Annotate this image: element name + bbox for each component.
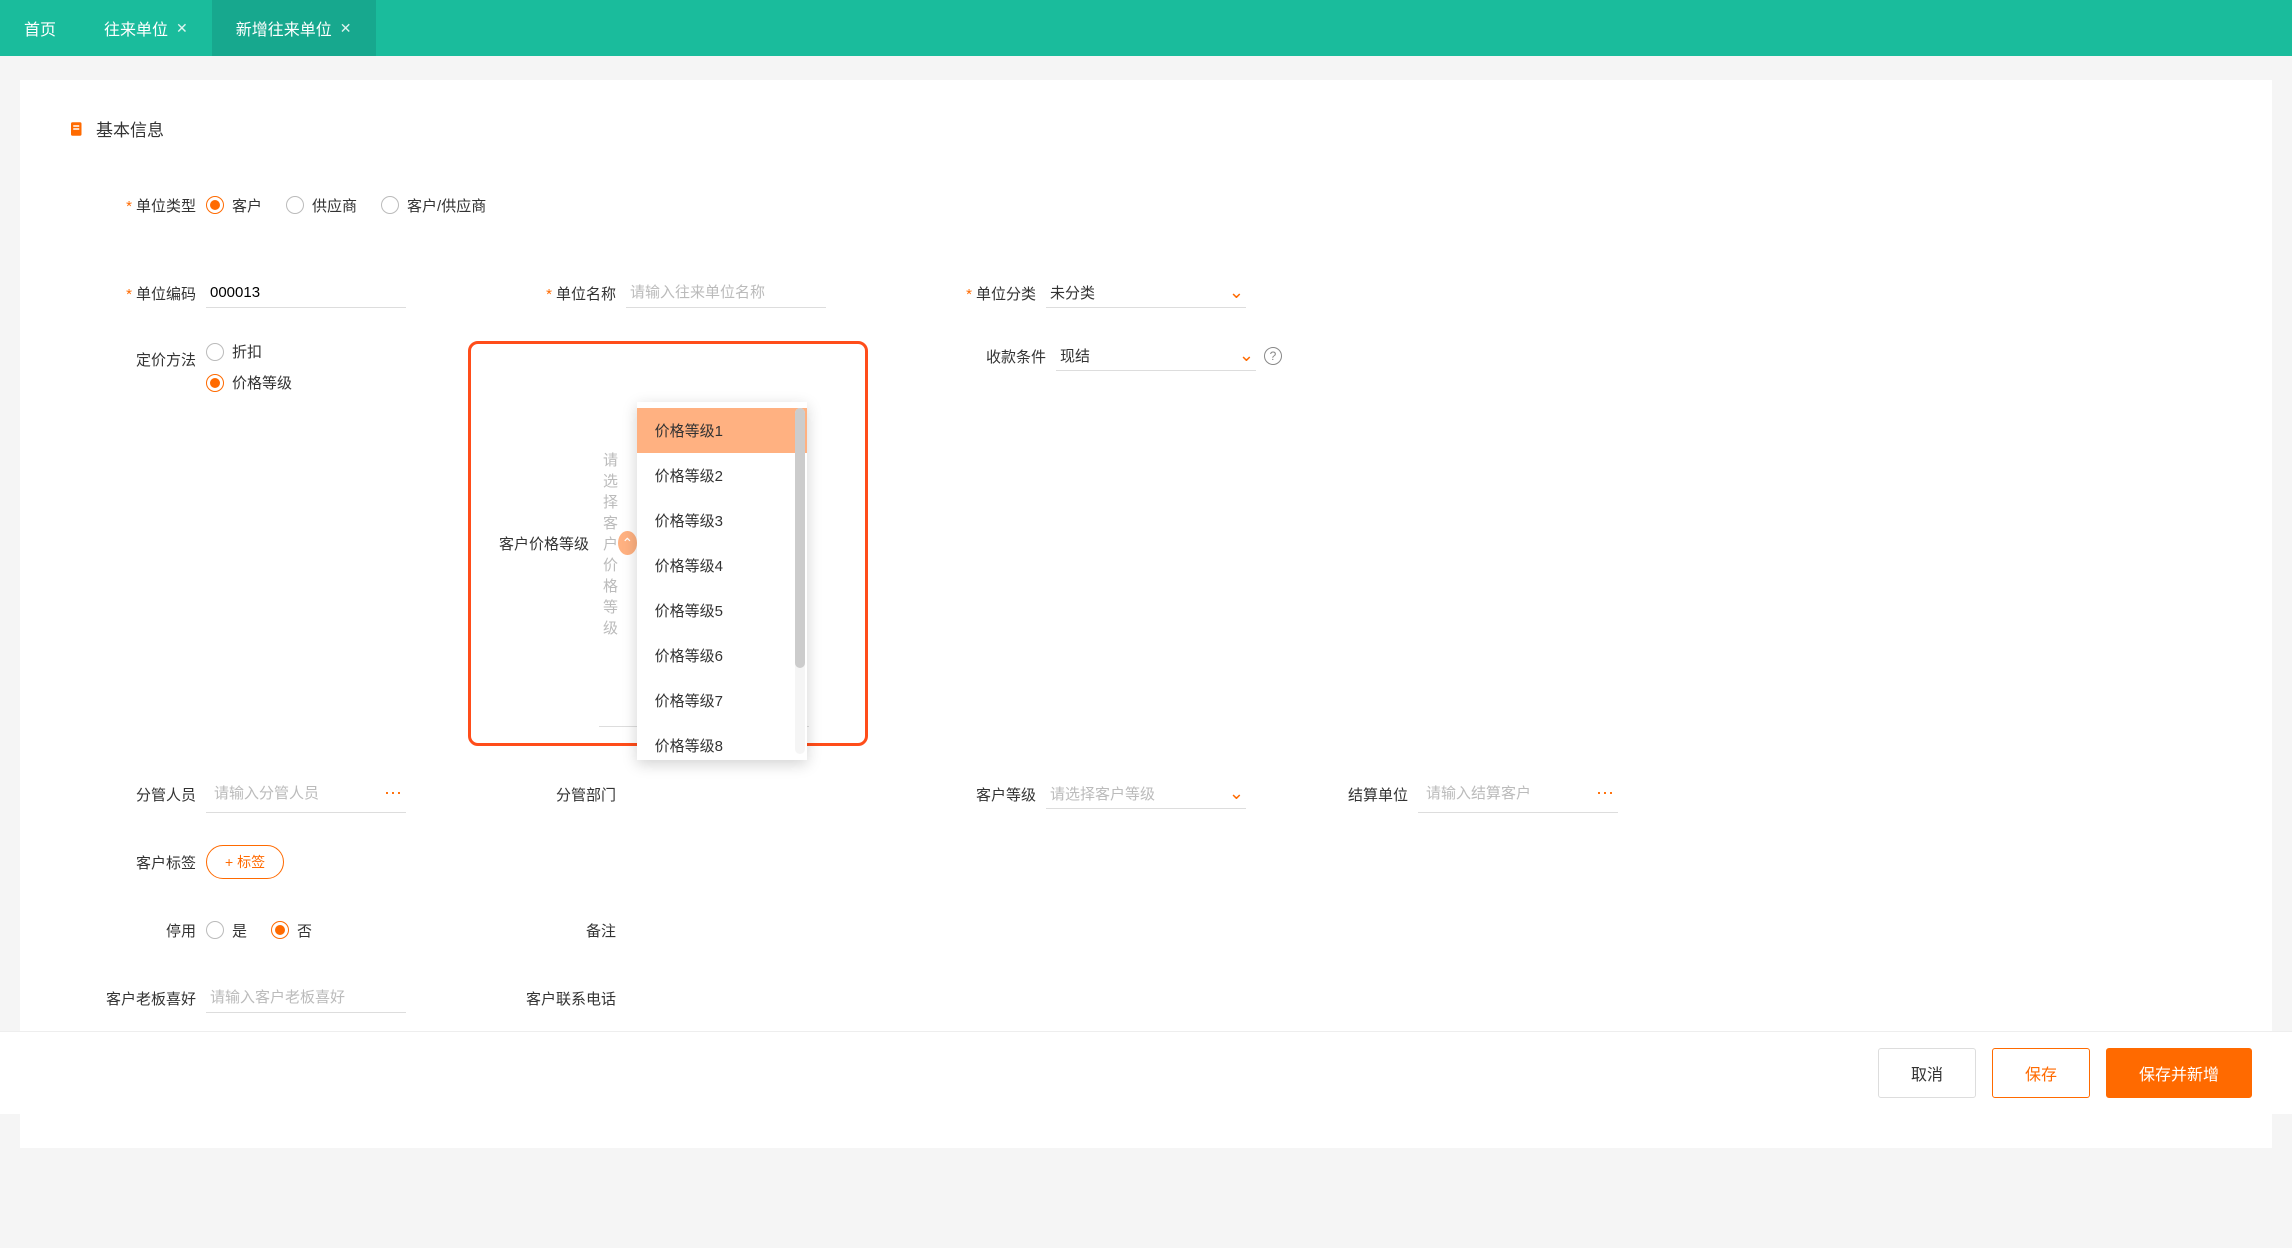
responsible-person-input[interactable]: ⋯ — [206, 775, 406, 813]
label-responsible-person: 分管人员 — [68, 784, 206, 805]
select-value: 未分类 — [1050, 282, 1229, 303]
dropdown-option[interactable]: 价格等级7 — [637, 678, 807, 723]
radio-no[interactable]: 否 — [271, 920, 312, 941]
more-icon[interactable]: ⋯ — [380, 783, 406, 804]
select-placeholder: 请选择客户等级 — [1050, 783, 1229, 804]
radio-supplier[interactable]: 供应商 — [286, 195, 357, 216]
unit-code-input[interactable] — [206, 278, 406, 308]
label-customer-level: 客户等级 — [908, 784, 1046, 805]
label-settlement-unit: 结算单位 — [1328, 784, 1418, 805]
row-unit-type: 单位类型 客户 供应商 客户/供应商 — [68, 185, 2224, 225]
radio-group-unit-type: 客户 供应商 客户/供应商 — [206, 195, 486, 216]
label-unit-name: 单位名称 — [488, 283, 626, 304]
label-responsible-dept: 分管部门 — [488, 784, 626, 805]
settlement-unit-input[interactable]: ⋯ — [1418, 775, 1618, 813]
add-tag-button[interactable]: + 标签 — [206, 845, 284, 879]
chevron-down-icon: ⌄ — [1229, 282, 1244, 303]
close-icon[interactable]: ✕ — [340, 20, 352, 37]
row-boss-pref: 客户老板喜好 客户联系电话 — [68, 978, 2224, 1018]
chevron-down-icon: ⌄ — [1239, 345, 1254, 366]
section-title: 基本信息 — [96, 116, 164, 141]
dropdown-option[interactable]: 价格等级8 — [637, 723, 807, 760]
customer-level-select[interactable]: 请选择客户等级 ⌄ — [1046, 779, 1246, 809]
radio-discount[interactable]: 折扣 — [206, 341, 262, 362]
chevron-down-icon: ⌄ — [1229, 783, 1244, 804]
more-icon[interactable]: ⋯ — [1592, 783, 1618, 804]
label-boss-preference: 客户老板喜好 — [68, 988, 206, 1009]
tab-label: 首页 — [24, 16, 56, 40]
label-disabled: 停用 — [68, 920, 206, 941]
footer-bar: 取消 保存 保存并新增 — [0, 1031, 2292, 1114]
radio-price-level[interactable]: 价格等级 — [206, 372, 292, 393]
responsible-person-field[interactable] — [210, 779, 380, 808]
select-placeholder: 请选择客户价格等级 — [603, 449, 618, 638]
chevron-up-icon: ⌃ — [618, 531, 637, 555]
label-customer-tag: 客户标签 — [68, 852, 206, 873]
price-level-select[interactable]: 请选择客户价格等级 ⌃ 价格等级1 价格等级2 价格等级3 价格等级4 价格等级… — [599, 360, 809, 727]
save-button[interactable]: 保存 — [1992, 1048, 2090, 1098]
payment-terms-select[interactable]: 现结 ⌄ — [1056, 341, 1256, 371]
unit-name-input[interactable] — [626, 278, 826, 308]
tab-label: 新增往来单位 — [236, 16, 332, 40]
label-unit-category: 单位分类 — [908, 283, 1046, 304]
dropdown-option[interactable]: 价格等级5 — [637, 588, 807, 633]
label-unit-type: 单位类型 — [68, 195, 206, 216]
row-pricing: 定价方法 折扣 价格等级 客户价格等级 请选择客户价格等级 ⌃ 价格等级1 价格… — [68, 341, 2224, 746]
price-level-dropdown: 价格等级1 价格等级2 价格等级3 价格等级4 价格等级5 价格等级6 价格等级… — [637, 402, 807, 760]
radio-both[interactable]: 客户/供应商 — [381, 195, 486, 216]
radio-group-pricing: 折扣 价格等级 — [206, 341, 292, 393]
select-value: 现结 — [1060, 345, 1239, 366]
label-pricing-method: 定价方法 — [68, 341, 206, 370]
label-remark: 备注 — [488, 920, 626, 941]
dropdown-option[interactable]: 价格等级2 — [637, 453, 807, 498]
tab-add-contact[interactable]: 新增往来单位 ✕ — [212, 0, 376, 56]
page-content: 基本信息 单位类型 客户 供应商 客户/供应商 单位编码 单位名称 单位分类 未… — [20, 80, 2272, 1148]
radio-yes[interactable]: 是 — [206, 920, 247, 941]
close-icon[interactable]: ✕ — [176, 20, 188, 37]
boss-preference-input[interactable] — [206, 983, 406, 1013]
label-price-level: 客户价格等级 — [489, 533, 599, 554]
dropdown-option[interactable]: 价格等级1 — [637, 408, 807, 453]
tabs-bar: 首页 往来单位 ✕ 新增往来单位 ✕ — [0, 0, 2292, 56]
settlement-unit-field[interactable] — [1422, 779, 1592, 808]
section-header: 基本信息 — [68, 116, 2224, 141]
row-code-name-category: 单位编码 单位名称 单位分类 未分类 ⌄ — [68, 273, 2224, 313]
dropdown-option[interactable]: 价格等级6 — [637, 633, 807, 678]
tab-home[interactable]: 首页 — [0, 0, 80, 56]
dropdown-option[interactable]: 价格等级3 — [637, 498, 807, 543]
dropdown-option[interactable]: 价格等级4 — [637, 543, 807, 588]
radio-customer[interactable]: 客户 — [206, 195, 262, 216]
highlighted-price-level: 客户价格等级 请选择客户价格等级 ⌃ 价格等级1 价格等级2 价格等级3 价格等… — [468, 341, 868, 746]
radio-group-disabled: 是 否 — [206, 920, 312, 941]
tab-label: 往来单位 — [104, 16, 168, 40]
label-customer-phone: 客户联系电话 — [488, 988, 626, 1009]
label-payment-terms: 收款条件 — [918, 346, 1056, 367]
save-and-new-button[interactable]: 保存并新增 — [2106, 1048, 2252, 1098]
label-unit-code: 单位编码 — [68, 283, 206, 304]
row-responsible: 分管人员 ⋯ 分管部门 客户等级 请选择客户等级 ⌄ 结算单位 ⋯ — [68, 774, 2224, 814]
row-customer-tag: 客户标签 + 标签 — [68, 842, 2224, 882]
help-icon[interactable]: ? — [1264, 347, 1282, 365]
scrollbar[interactable] — [795, 408, 805, 754]
cancel-button[interactable]: 取消 — [1878, 1048, 1976, 1098]
form-icon — [68, 120, 86, 138]
row-disabled: 停用 是 否 备注 — [68, 910, 2224, 950]
unit-category-select[interactable]: 未分类 ⌄ — [1046, 278, 1246, 308]
tab-contacts[interactable]: 往来单位 ✕ — [80, 0, 212, 56]
